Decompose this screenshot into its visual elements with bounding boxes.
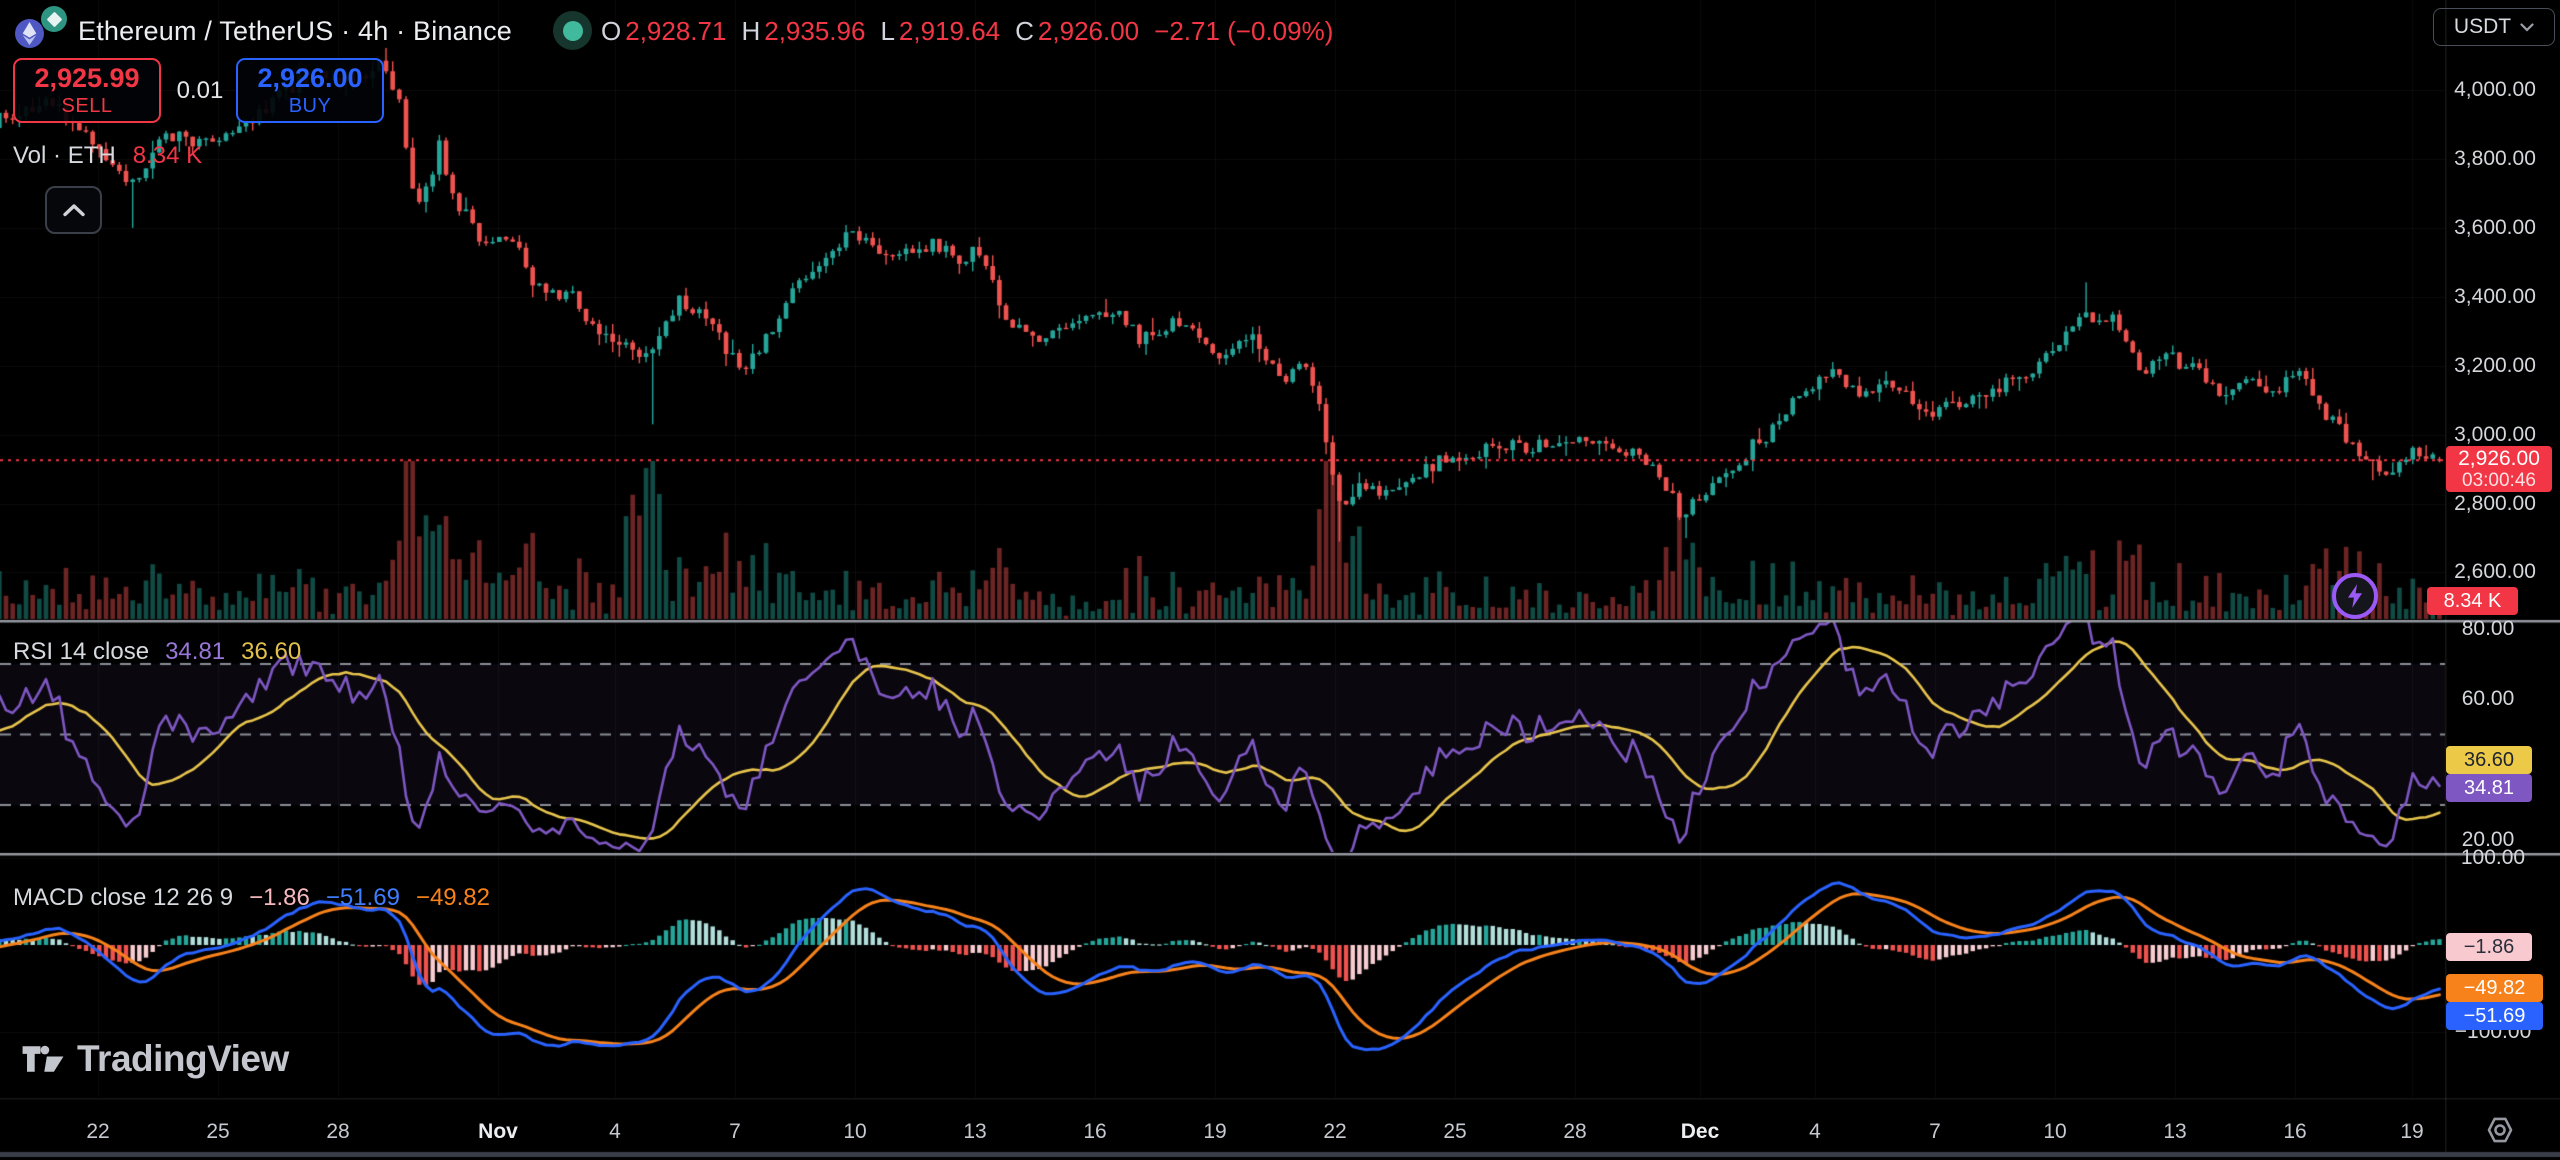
change-value: −2.71 (−0.09%) bbox=[1154, 16, 1333, 47]
last-price-badge: 2,926.00 03:00:46 bbox=[2446, 446, 2552, 492]
gear-icon bbox=[2483, 1113, 2517, 1147]
open-value: 2,928.71 bbox=[625, 16, 726, 47]
spread-value: 0.01 bbox=[170, 58, 230, 123]
rsi-axis-label: 80.00 bbox=[2462, 617, 2515, 641]
sell-price: 2,925.99 bbox=[34, 63, 139, 94]
time-axis-label: 25 bbox=[206, 1120, 229, 1144]
time-axis-label: 28 bbox=[326, 1120, 349, 1144]
macd-signal-badge: −49.82 bbox=[2446, 974, 2543, 1002]
macd-axis-label: 100.00 bbox=[2461, 846, 2525, 870]
volume-axis-badge: 8.34 K bbox=[2427, 587, 2518, 615]
currency-selector[interactable]: USDT bbox=[2433, 8, 2555, 46]
price-axis-label: 2,600.00 bbox=[2454, 560, 2536, 584]
time-axis-label: Dec bbox=[1681, 1120, 1720, 1144]
macd-line-value: −51.69 bbox=[326, 884, 400, 912]
time-axis-label: 28 bbox=[1563, 1120, 1586, 1144]
price-axis-label: 3,400.00 bbox=[2454, 285, 2536, 309]
bar-countdown: 03:00:46 bbox=[2446, 471, 2552, 491]
time-axis-label: 13 bbox=[2163, 1120, 2186, 1144]
symbol-title[interactable]: Ethereum / TetherUS · 4h · Binance bbox=[78, 16, 512, 47]
macd-legend[interactable]: MACD close 12 26 9 −1.86 −51.69 −49.82 bbox=[13, 884, 490, 912]
macd-hist-badge: −1.86 bbox=[2446, 933, 2532, 961]
rsi-value-badge: 34.81 bbox=[2446, 774, 2532, 802]
high-value: 2,935.96 bbox=[764, 16, 865, 47]
collapse-toolbar-button[interactable] bbox=[45, 186, 102, 234]
rsi-axis-label: 60.00 bbox=[2462, 687, 2515, 711]
time-axis-label: 7 bbox=[729, 1120, 741, 1144]
macd-hist-value: −1.86 bbox=[249, 884, 310, 912]
time-axis-label: 16 bbox=[2283, 1120, 2306, 1144]
buy-price: 2,926.00 bbox=[257, 63, 362, 94]
low-value: 2,919.64 bbox=[899, 16, 1000, 47]
chevron-down-icon bbox=[2520, 23, 2534, 32]
time-axis-label: 10 bbox=[843, 1120, 866, 1144]
buy-button[interactable]: 2,926.00 BUY bbox=[236, 58, 384, 123]
rsi-legend[interactable]: RSI 14 close 34.81 36.60 bbox=[13, 638, 301, 666]
time-axis-label: 13 bbox=[963, 1120, 986, 1144]
price-axis-label: 3,200.00 bbox=[2454, 354, 2536, 378]
time-axis-label: 4 bbox=[609, 1120, 621, 1144]
market-status-dot[interactable] bbox=[553, 11, 592, 50]
time-axis-label: 10 bbox=[2043, 1120, 2066, 1144]
ohlc-values: O2,928.71 H2,935.96 L2,919.64 C2,926.00 … bbox=[601, 10, 1333, 52]
macd-line-badge: −51.69 bbox=[2446, 1002, 2543, 1030]
time-axis-label: 19 bbox=[2400, 1120, 2423, 1144]
sell-button[interactable]: 2,925.99 SELL bbox=[13, 58, 161, 123]
price-axis-label: 4,000.00 bbox=[2454, 78, 2536, 102]
lightning-bolt-icon bbox=[2345, 583, 2365, 609]
symbol-header: Ethereum / TetherUS · 4h · Binance bbox=[14, 10, 512, 52]
chevron-up-icon bbox=[62, 203, 86, 217]
rsi-ma-value: 36.60 bbox=[241, 638, 301, 666]
price-axis-label: 2,800.00 bbox=[2454, 492, 2536, 516]
exchange-icon bbox=[41, 6, 67, 32]
time-axis-label: 16 bbox=[1083, 1120, 1106, 1144]
rsi-ma-badge: 36.60 bbox=[2446, 746, 2532, 774]
time-axis-label: Nov bbox=[478, 1120, 518, 1144]
macd-signal-value: −49.82 bbox=[416, 884, 490, 912]
volume-legend: Vol · ETH 8.34 K bbox=[13, 142, 202, 170]
tradingview-watermark: TradingView bbox=[20, 1036, 289, 1082]
chart-canvas[interactable] bbox=[0, 0, 2560, 1160]
time-axis-label: 4 bbox=[1809, 1120, 1821, 1144]
price-axis-label: 3,800.00 bbox=[2454, 147, 2536, 171]
time-axis-settings-button[interactable] bbox=[2478, 1108, 2522, 1152]
rsi-value: 34.81 bbox=[165, 638, 225, 666]
tradingview-logo-icon bbox=[20, 1036, 66, 1082]
time-axis-label: 25 bbox=[1443, 1120, 1466, 1144]
quick-trade-button[interactable] bbox=[2332, 573, 2378, 619]
ethereum-icon bbox=[15, 19, 44, 48]
price-axis-label: 3,600.00 bbox=[2454, 216, 2536, 240]
time-axis-label: 7 bbox=[1929, 1120, 1941, 1144]
price-axis-label: 3,000.00 bbox=[2454, 423, 2536, 447]
time-axis-label: 22 bbox=[1323, 1120, 1346, 1144]
close-value: 2,926.00 bbox=[1038, 16, 1139, 47]
time-axis-label: 19 bbox=[1203, 1120, 1226, 1144]
volume-value: 8.34 K bbox=[133, 142, 202, 170]
time-axis-label: 22 bbox=[86, 1120, 109, 1144]
symbol-logos bbox=[14, 10, 70, 52]
